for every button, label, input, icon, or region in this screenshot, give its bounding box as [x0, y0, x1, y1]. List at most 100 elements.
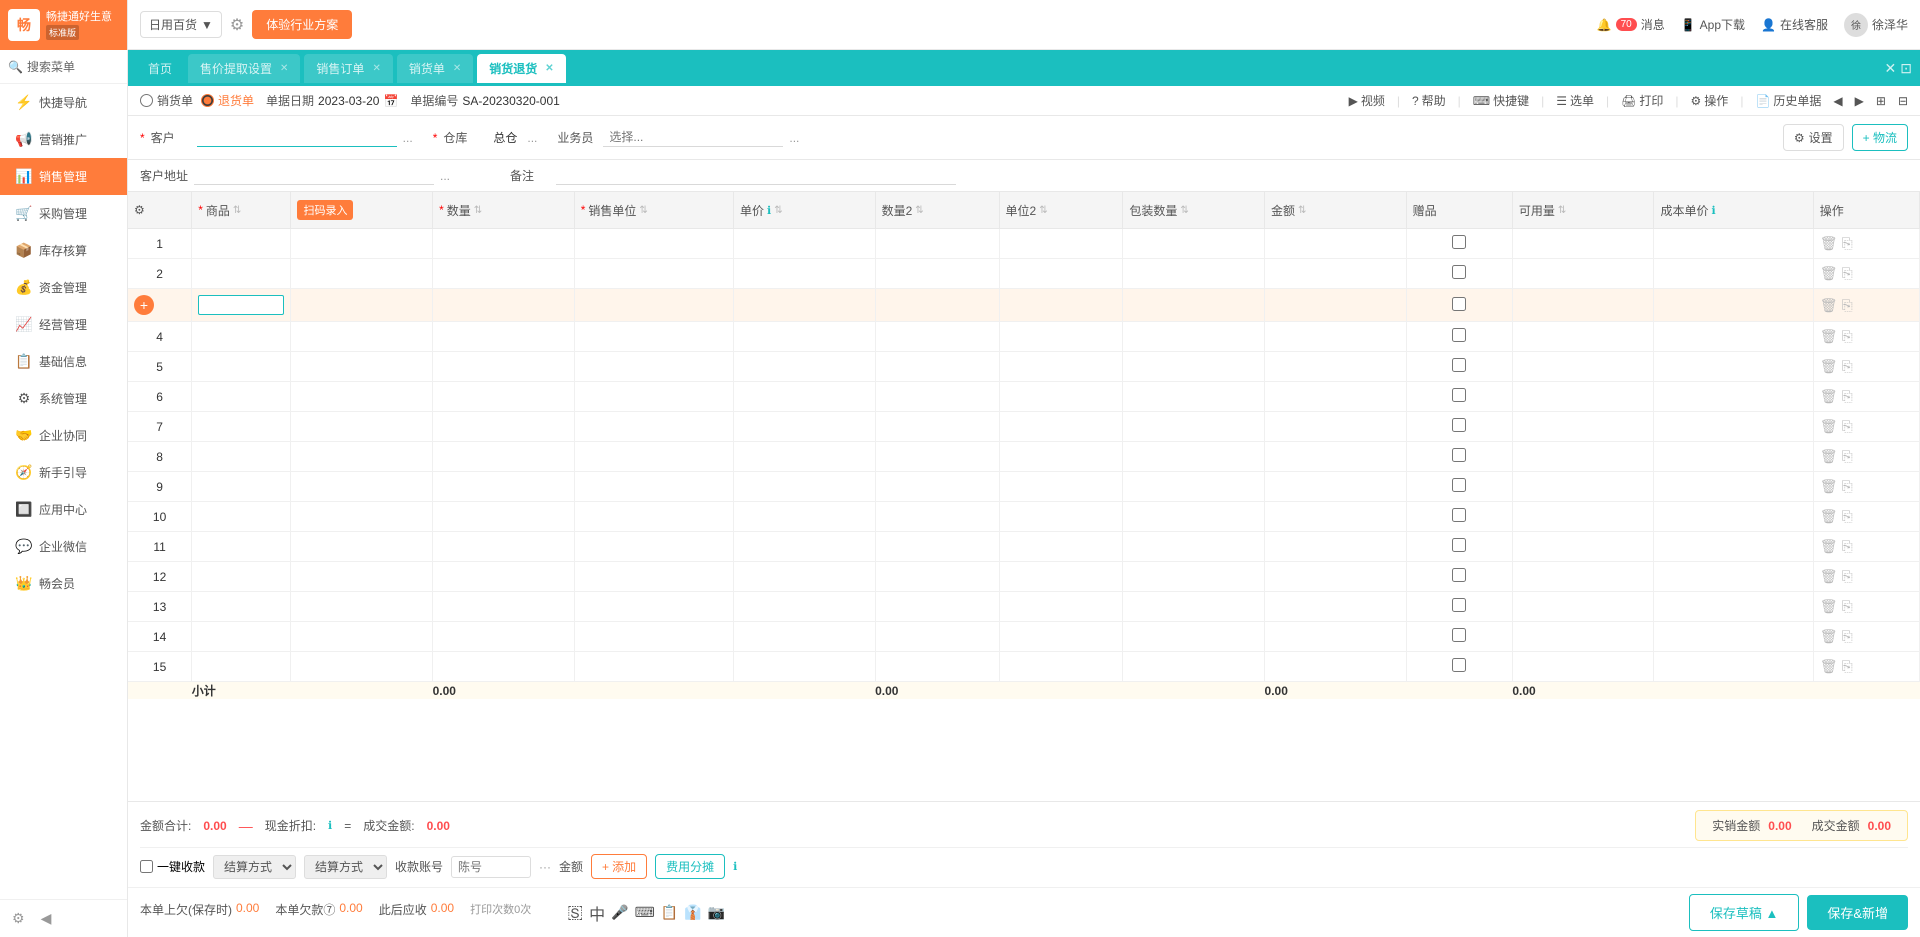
quantity2-cell[interactable]: [875, 652, 999, 682]
user-profile-item[interactable]: 徐 徐泽华: [1844, 13, 1908, 37]
available-cell[interactable]: [1512, 289, 1654, 322]
pack-qty-cell[interactable]: [1123, 412, 1265, 442]
sidebar-item-system[interactable]: ⚙ 系统管理: [0, 380, 127, 417]
available-cell[interactable]: [1512, 229, 1654, 259]
view-grid-icon[interactable]: ⊟: [1898, 94, 1908, 108]
product-cell[interactable]: [192, 322, 291, 352]
gift-checkbox[interactable]: [1452, 478, 1466, 492]
barcode-cell[interactable]: [291, 652, 433, 682]
sales-unit-cell[interactable]: [574, 532, 733, 562]
barcode-cell[interactable]: [291, 502, 433, 532]
sales-unit-cell[interactable]: [574, 289, 733, 322]
cost-unit-cell[interactable]: [1654, 472, 1813, 502]
unit-price-cell[interactable]: [733, 322, 875, 352]
pack-qty-cell[interactable]: [1123, 652, 1265, 682]
sales-unit-cell[interactable]: [574, 229, 733, 259]
sidebar-item-member[interactable]: 👑 畅会员: [0, 565, 127, 602]
unit-price-cell[interactable]: [733, 472, 875, 502]
industry-dropdown[interactable]: 日用百货 ▼: [140, 11, 222, 38]
gift-checkbox[interactable]: [1452, 418, 1466, 432]
unit2-cell[interactable]: [999, 502, 1123, 532]
product-cell[interactable]: [192, 229, 291, 259]
table-gear-icon[interactable]: ⚙: [134, 203, 145, 217]
quantity-cell[interactable]: [433, 289, 575, 322]
unit-price-cell[interactable]: [733, 652, 875, 682]
sidebar-item-wechat[interactable]: 💬 企业微信: [0, 528, 127, 565]
settings-button[interactable]: ⚙ 设置: [1783, 124, 1844, 151]
sales-unit-cell[interactable]: [574, 382, 733, 412]
price-sort-icon[interactable]: ⇅: [774, 205, 782, 216]
barcode-cell[interactable]: [291, 592, 433, 622]
cost-unit-cell[interactable]: [1654, 322, 1813, 352]
available-sort-icon[interactable]: ⇅: [1558, 205, 1566, 216]
quantity-sort-icon[interactable]: ⇅: [474, 205, 482, 216]
pack-sort-icon[interactable]: ⇅: [1180, 205, 1188, 216]
barcode-cell[interactable]: [291, 382, 433, 412]
add-button[interactable]: + 添加: [591, 854, 647, 879]
header-gear-icon[interactable]: ⚙: [230, 15, 244, 35]
pack-qty-cell[interactable]: [1123, 622, 1265, 652]
sidebar-item-apps[interactable]: 🔲 应用中心: [0, 491, 127, 528]
col-header-barcode[interactable]: 扫码录入: [291, 192, 433, 229]
cost-unit-cell[interactable]: [1654, 622, 1813, 652]
cost-unit-cell[interactable]: [1654, 289, 1813, 322]
unit-price-cell[interactable]: [733, 502, 875, 532]
delete-icon[interactable]: 🗑: [1820, 358, 1838, 375]
sales-unit-cell[interactable]: [574, 352, 733, 382]
app-download-item[interactable]: 📱 App下载: [1681, 16, 1745, 33]
unit2-cell[interactable]: [999, 289, 1123, 322]
delete-icon[interactable]: 🗑: [1820, 568, 1838, 585]
barcode-cell[interactable]: [291, 259, 433, 289]
unit2-sort-icon[interactable]: ⇅: [1039, 205, 1047, 216]
tab-sales-return-close-icon[interactable]: ✕: [545, 63, 553, 74]
barcode-cell[interactable]: [291, 532, 433, 562]
quantity-cell[interactable]: [433, 352, 575, 382]
toolbar-history[interactable]: 📄 历史单据: [1755, 92, 1821, 109]
unit2-cell[interactable]: [999, 652, 1123, 682]
qty2-sort-icon[interactable]: ⇅: [915, 205, 923, 216]
unit-price-cell[interactable]: [733, 562, 875, 592]
copy-icon[interactable]: ⎘: [1842, 388, 1853, 405]
quantity2-cell[interactable]: [875, 352, 999, 382]
product-cell[interactable]: [192, 472, 291, 502]
quantity2-cell[interactable]: [875, 502, 999, 532]
unit2-cell[interactable]: [999, 259, 1123, 289]
available-cell[interactable]: [1512, 382, 1654, 412]
radio-sales-return-input[interactable]: [201, 94, 214, 107]
gift-checkbox[interactable]: [1452, 568, 1466, 582]
product-input[interactable]: [198, 295, 284, 315]
pack-qty-cell[interactable]: [1123, 562, 1265, 592]
unit-price-cell[interactable]: [733, 259, 875, 289]
pack-qty-cell[interactable]: [1123, 322, 1265, 352]
quantity-cell[interactable]: [433, 229, 575, 259]
sidebar-item-finance[interactable]: 💰 资金管理: [0, 269, 127, 306]
quantity-cell[interactable]: [433, 532, 575, 562]
quantity2-cell[interactable]: [875, 442, 999, 472]
pack-qty-cell[interactable]: [1123, 229, 1265, 259]
toolbar-video[interactable]: ▶ 视频: [1349, 92, 1385, 109]
pack-qty-cell[interactable]: [1123, 259, 1265, 289]
pack-qty-cell[interactable]: [1123, 382, 1265, 412]
date-value[interactable]: 2023-03-20: [318, 94, 379, 108]
amount-cell[interactable]: [1265, 502, 1407, 532]
delete-icon[interactable]: 🗑: [1820, 448, 1838, 465]
sidebar-settings-icon[interactable]: ⚙: [12, 910, 25, 927]
account-input[interactable]: [451, 856, 531, 878]
tab-price-close-icon[interactable]: ✕: [280, 63, 288, 74]
delete-icon[interactable]: 🗑: [1820, 265, 1838, 282]
available-cell[interactable]: [1512, 532, 1654, 562]
unit2-cell[interactable]: [999, 322, 1123, 352]
delete-icon[interactable]: 🗑: [1820, 478, 1838, 495]
amount-cell[interactable]: [1265, 322, 1407, 352]
quantity2-cell[interactable]: [875, 562, 999, 592]
delete-icon[interactable]: 🗑: [1820, 508, 1838, 525]
delete-icon[interactable]: 🗑: [1820, 328, 1838, 345]
barcode-cell[interactable]: [291, 322, 433, 352]
copy-icon[interactable]: ⎘: [1842, 448, 1853, 465]
barcode-cell[interactable]: [291, 289, 433, 322]
customer-input[interactable]: [197, 128, 397, 147]
warehouse-dots[interactable]: ...: [527, 131, 537, 145]
delete-icon[interactable]: 🗑: [1820, 235, 1838, 252]
cost-unit-cell[interactable]: [1654, 229, 1813, 259]
unit-price-cell[interactable]: [733, 412, 875, 442]
